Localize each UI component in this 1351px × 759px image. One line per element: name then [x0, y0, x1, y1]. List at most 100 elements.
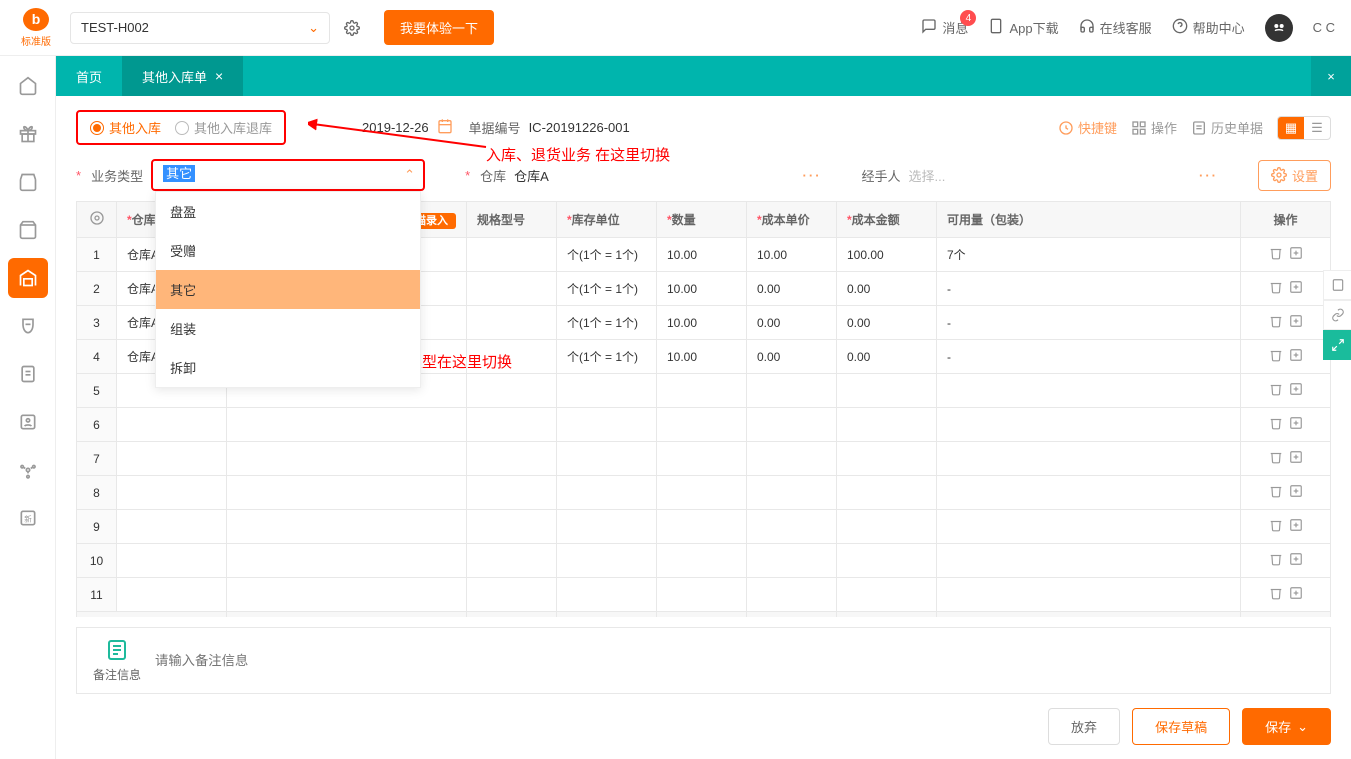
add-icon[interactable]: [1289, 555, 1303, 569]
customer-service-link[interactable]: 在线客服: [1079, 18, 1152, 37]
logo-icon: b: [23, 8, 49, 31]
avatar[interactable]: [1265, 14, 1293, 42]
tab-bar: 首页 其他入库单 × ×: [56, 56, 1351, 96]
add-icon[interactable]: [1289, 521, 1303, 535]
nav-clipboard-icon[interactable]: [8, 354, 48, 394]
gear-icon[interactable]: [340, 16, 364, 40]
remark-input[interactable]: [147, 638, 1320, 683]
subtotal-label: 小计: [77, 612, 227, 618]
delete-icon[interactable]: [1269, 419, 1283, 433]
save-draft-button[interactable]: 保存草稿: [1132, 708, 1230, 745]
radio-icon: [90, 121, 104, 135]
company-select[interactable]: TEST-H002 ⌄: [70, 12, 330, 44]
add-icon[interactable]: [1289, 351, 1303, 365]
nav-chain-icon[interactable]: [8, 450, 48, 490]
settings-button[interactable]: 设置: [1258, 160, 1331, 191]
radio-icon: [175, 121, 189, 135]
table-row[interactable]: 9: [77, 510, 1331, 544]
date-value[interactable]: 2019-12-26: [362, 120, 429, 135]
delete-icon[interactable]: [1269, 555, 1283, 569]
dropdown-option[interactable]: 其它: [156, 270, 420, 309]
add-icon[interactable]: [1289, 385, 1303, 399]
close-icon[interactable]: ×: [215, 68, 223, 84]
discard-button[interactable]: 放弃: [1048, 708, 1120, 745]
add-icon[interactable]: [1289, 419, 1303, 433]
warehouse-value[interactable]: 仓库A: [514, 166, 794, 185]
nav-bag-icon[interactable]: [8, 210, 48, 250]
handler-input[interactable]: 选择...: [909, 166, 1191, 185]
list-view-icon[interactable]: ☰: [1304, 117, 1330, 139]
delete-icon[interactable]: [1269, 317, 1283, 331]
delete-icon[interactable]: [1269, 453, 1283, 467]
app-download-link[interactable]: App下载: [988, 18, 1058, 37]
card-view-icon[interactable]: ▦: [1278, 117, 1304, 139]
user-name: C C: [1313, 20, 1335, 35]
nav-warehouse-icon[interactable]: [8, 258, 48, 298]
close-all-icon[interactable]: ×: [1311, 56, 1351, 96]
history-link[interactable]: 历史单据: [1191, 118, 1263, 137]
nav-gift-icon[interactable]: [8, 114, 48, 154]
link-icon[interactable]: [1323, 300, 1351, 330]
right-action-bar: [1323, 270, 1351, 360]
business-type-radio-group: 其他入库 其他入库退库: [76, 110, 286, 145]
add-icon[interactable]: [1289, 317, 1303, 331]
top-header: b 标准版 TEST-H002 ⌄ 我要体验一下 消息 4 App下载 在线客服: [0, 0, 1351, 56]
biztype-dropdown[interactable]: 其它 ⌃ 盘盈受赠其它组装拆卸: [151, 159, 425, 191]
message-icon: [921, 18, 937, 37]
table-row[interactable]: 10: [77, 544, 1331, 578]
help-link[interactable]: 帮助中心: [1172, 18, 1245, 37]
col-settings-icon[interactable]: [77, 202, 117, 238]
table-row[interactable]: 11: [77, 578, 1331, 612]
dropdown-option[interactable]: 受赠: [156, 231, 420, 270]
add-icon[interactable]: [1289, 283, 1303, 297]
nav-shop-icon[interactable]: [8, 162, 48, 202]
calendar-icon[interactable]: [437, 118, 453, 137]
try-button[interactable]: 我要体验一下: [384, 10, 494, 45]
add-icon[interactable]: [1289, 487, 1303, 501]
docno-value: IC-20191226-001: [529, 120, 630, 135]
delete-icon[interactable]: [1269, 385, 1283, 399]
save-button[interactable]: 保存 ⌄: [1242, 708, 1331, 745]
dropdown-option[interactable]: 盘盈: [156, 192, 420, 231]
add-icon[interactable]: [1289, 453, 1303, 467]
delete-icon[interactable]: [1269, 249, 1283, 263]
tab-home[interactable]: 首页: [56, 56, 122, 96]
nav-new-icon[interactable]: 新: [8, 498, 48, 538]
dropdown-option[interactable]: 组装: [156, 309, 420, 348]
subtotal-amount: 100.00: [837, 612, 937, 618]
remark-section: 备注信息: [76, 627, 1331, 694]
table-row[interactable]: 6: [77, 408, 1331, 442]
view-toggle: ▦ ☰: [1277, 116, 1331, 140]
biztype-label: 业务类型: [91, 166, 143, 185]
nav-home-icon[interactable]: [8, 66, 48, 106]
phone-icon: [988, 18, 1004, 37]
radio-inbound[interactable]: 其他入库: [90, 118, 161, 137]
docno-label: 单据编号: [469, 118, 521, 137]
company-value: TEST-H002: [81, 20, 149, 35]
delete-icon[interactable]: [1269, 589, 1283, 603]
more-icon[interactable]: ···: [1199, 168, 1218, 183]
svg-text:新: 新: [24, 513, 32, 523]
more-icon[interactable]: ···: [803, 168, 822, 183]
note-icon[interactable]: [1323, 270, 1351, 300]
delete-icon[interactable]: [1269, 351, 1283, 365]
tab-other-inbound[interactable]: 其他入库单 ×: [122, 56, 243, 96]
table-row[interactable]: 8: [77, 476, 1331, 510]
shortcut-link[interactable]: 快捷键: [1058, 118, 1117, 137]
nav-money-icon[interactable]: [8, 306, 48, 346]
add-icon[interactable]: [1289, 249, 1303, 263]
nav-user-icon[interactable]: [8, 402, 48, 442]
headset-icon: [1079, 18, 1095, 37]
operate-link[interactable]: 操作: [1131, 118, 1177, 137]
messages-link[interactable]: 消息 4: [921, 18, 968, 37]
warehouse-label: 仓库: [480, 166, 506, 185]
add-icon[interactable]: [1289, 589, 1303, 603]
delete-icon[interactable]: [1269, 283, 1283, 297]
delete-icon[interactable]: [1269, 521, 1283, 535]
dropdown-option[interactable]: 拆卸: [156, 348, 420, 387]
delete-icon[interactable]: [1269, 487, 1283, 501]
logo: b 标准版: [16, 8, 56, 48]
expand-icon[interactable]: [1323, 330, 1351, 360]
radio-return[interactable]: 其他入库退库: [175, 118, 272, 137]
table-row[interactable]: 7: [77, 442, 1331, 476]
